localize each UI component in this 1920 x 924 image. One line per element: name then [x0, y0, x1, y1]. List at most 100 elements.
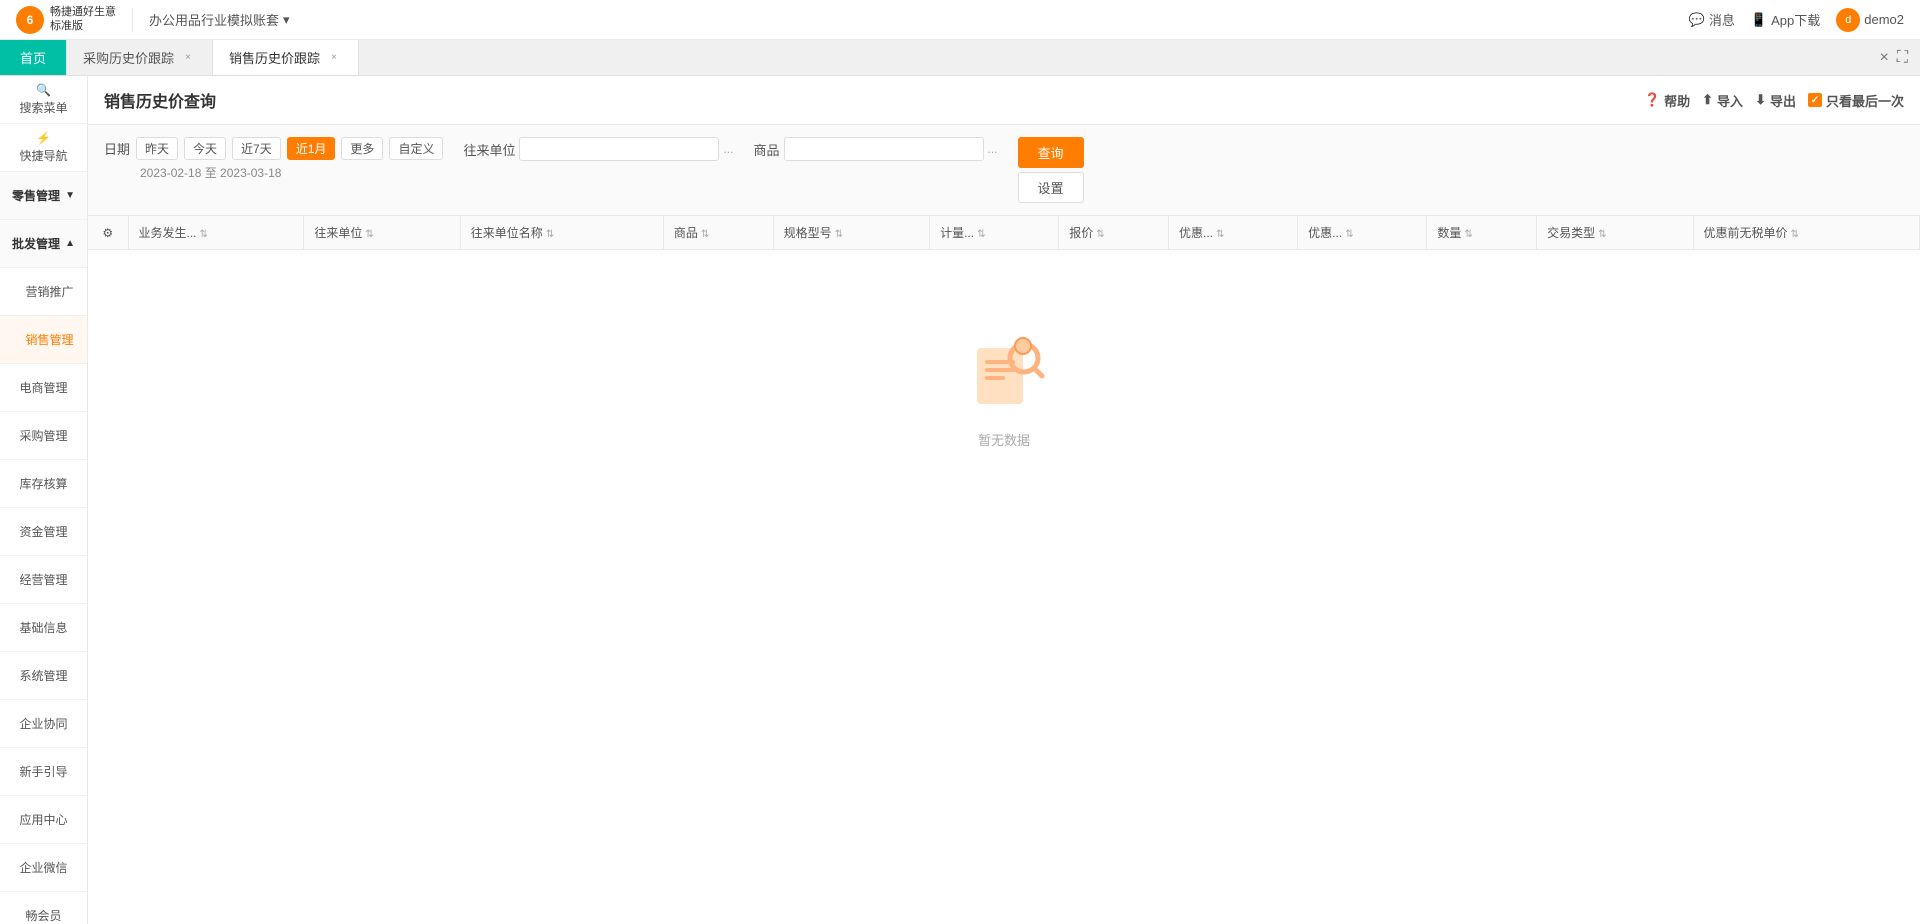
sidebar-enterprise-label: 企业协同: [19, 715, 67, 732]
sidebar-search-label: 搜索菜单: [19, 99, 67, 116]
tab-sales-close[interactable]: ×: [326, 50, 342, 66]
top-header: 6 畅捷通好生意 标准版 办公用品行业模拟账套 ▾ 💬 消息 📱 App下载 d…: [0, 0, 1920, 40]
sidebar-wechat-label: 企业微信: [19, 859, 67, 876]
product-dots[interactable]: ...: [988, 142, 998, 156]
retail-arrow: ▼: [65, 190, 75, 201]
logo-icon: 6: [16, 6, 44, 34]
sidebar-wholesale-label: 批发管理: [12, 235, 60, 252]
col-trade-type[interactable]: 交易类型⇅: [1537, 216, 1693, 250]
col-pretax[interactable]: 优惠前无税单价⇅: [1693, 216, 1919, 250]
sidebar-item-app-center[interactable]: 应用中心: [0, 796, 87, 844]
sidebar-item-enterprise[interactable]: 企业协同: [0, 700, 87, 748]
sidebar-item-member[interactable]: 畅会员: [0, 892, 87, 924]
date-today[interactable]: 今天: [184, 137, 226, 160]
sidebar-item-shortcuts[interactable]: ⚡ 快捷导航: [0, 124, 87, 172]
message-label: 消息: [1709, 10, 1735, 29]
tab-bar: 首页 采购历史价跟踪 × 销售历史价跟踪 × × ⛶: [0, 40, 1920, 76]
help-btn[interactable]: ❓ 帮助: [1644, 91, 1690, 110]
partner-input-wrap: ...: [519, 137, 733, 161]
tab-purchase[interactable]: 采购历史价跟踪 ×: [67, 40, 213, 75]
partner-input[interactable]: [519, 137, 719, 161]
partner-filter-group: 往来单位 ...: [463, 137, 733, 161]
import-btn[interactable]: ⬆ 导入: [1702, 91, 1743, 110]
content-area: 销售历史价查询 ❓ 帮助 ⬆ 导入 ⬇ 导出: [88, 76, 1920, 924]
last-only-checkbox[interactable]: [1808, 93, 1822, 107]
user-area[interactable]: d demo2: [1836, 8, 1904, 32]
tab-sales[interactable]: 销售历史价跟踪 ×: [213, 40, 359, 75]
app-selector[interactable]: 办公用品行业模拟账套 ▾: [149, 10, 290, 29]
product-label: 商品: [753, 140, 779, 159]
col-biz-date[interactable]: 业务发生...⇅: [128, 216, 304, 250]
date-custom[interactable]: 自定义: [389, 137, 443, 160]
col-unit[interactable]: 计量...⇅: [930, 216, 1059, 250]
sidebar-item-operations[interactable]: 经营管理: [0, 556, 87, 604]
col-settings[interactable]: ⚙: [88, 216, 128, 250]
col-product[interactable]: 商品⇅: [663, 216, 773, 250]
settings-button[interactable]: 设置: [1018, 172, 1084, 203]
tab-home[interactable]: 首页: [0, 40, 67, 75]
tab-bar-actions: × ⛶: [1867, 40, 1920, 75]
help-icon: ❓: [1644, 92, 1660, 108]
product-input[interactable]: [784, 137, 984, 161]
message-btn[interactable]: 💬 消息: [1689, 10, 1735, 29]
fullscreen-btn[interactable]: ⛶: [1897, 49, 1908, 67]
col-partner-name[interactable]: 往来单位名称⇅: [460, 216, 663, 250]
logo-text: 畅捷通好生意 标准版: [50, 6, 116, 32]
logo-area: 6 畅捷通好生意 标准版: [16, 6, 116, 34]
last-only-label: 只看最后一次: [1826, 91, 1904, 110]
sidebar-item-ecommerce[interactable]: 电商管理: [0, 364, 87, 412]
sidebar-item-sales-mgmt[interactable]: 销售管理: [0, 316, 87, 364]
col-quantity[interactable]: 数量⇅: [1427, 216, 1537, 250]
sidebar-retail-label: 零售管理: [12, 187, 60, 204]
app-download-label: App下载: [1771, 10, 1820, 29]
sidebar-finance-label: 资金管理: [19, 523, 67, 540]
sidebar-marketing-label: 营销推广: [25, 283, 73, 300]
sidebar-system-label: 系统管理: [19, 667, 67, 684]
last-only-wrap[interactable]: 只看最后一次: [1808, 91, 1904, 110]
query-button[interactable]: 查询: [1018, 137, 1084, 168]
search-icon: 🔍: [36, 83, 51, 97]
page-title-row: 销售历史价查询 ❓ 帮助 ⬆ 导入 ⬇ 导出: [104, 88, 1904, 112]
sidebar-item-system[interactable]: 系统管理: [0, 652, 87, 700]
app-selector-arrow: ▾: [283, 12, 290, 28]
message-icon: 💬: [1689, 12, 1705, 28]
col-discount2[interactable]: 优惠...⇅: [1298, 216, 1427, 250]
export-btn[interactable]: ⬇ 导出: [1755, 91, 1796, 110]
sidebar-app-center-label: 应用中心: [19, 811, 67, 828]
partner-label: 往来单位: [463, 140, 515, 159]
import-label: 导入: [1717, 91, 1743, 110]
shortcuts-icon: ⚡: [36, 131, 51, 145]
col-partner-code[interactable]: 往来单位⇅: [304, 216, 460, 250]
sidebar-wholesale-header[interactable]: 批发管理 ▲: [0, 220, 87, 268]
username: demo2: [1864, 12, 1904, 27]
sidebar-item-inventory[interactable]: 库存核算: [0, 460, 87, 508]
page-title: 销售历史价查询: [104, 88, 216, 112]
sidebar: 🔍 搜索菜单 ⚡ 快捷导航 零售管理 ▼ 批发管理 ▲ 营销推广 销售管理 电商…: [0, 76, 88, 924]
sidebar-item-marketing[interactable]: 营销推广: [0, 268, 87, 316]
col-quote[interactable]: 报价⇅: [1059, 216, 1169, 250]
sidebar-item-finance[interactable]: 资金管理: [0, 508, 87, 556]
partner-dots[interactable]: ...: [723, 142, 733, 156]
sidebar-item-search[interactable]: 🔍 搜索菜单: [0, 76, 87, 124]
sidebar-purchase-label: 采购管理: [19, 427, 67, 444]
col-spec[interactable]: 规格型号⇅: [773, 216, 929, 250]
header-right: 💬 消息 📱 App下载 d demo2: [1689, 8, 1904, 32]
sidebar-item-wechat[interactable]: 企业微信: [0, 844, 87, 892]
avatar: d: [1836, 8, 1860, 32]
app-download-btn[interactable]: 📱 App下载: [1751, 10, 1820, 29]
tab-purchase-close[interactable]: ×: [180, 50, 196, 66]
close-all-btn[interactable]: ×: [1879, 49, 1888, 67]
date-last7days[interactable]: 近7天: [232, 137, 281, 160]
date-yesterday[interactable]: 昨天: [136, 137, 178, 160]
sidebar-item-basics[interactable]: 基础信息: [0, 604, 87, 652]
header-left: 6 畅捷通好生意 标准版 办公用品行业模拟账套 ▾: [16, 6, 290, 34]
sidebar-item-purchase[interactable]: 采购管理: [0, 412, 87, 460]
sidebar-item-tutorial[interactable]: 新手引导: [0, 748, 87, 796]
help-label: 帮助: [1664, 91, 1690, 110]
page-header: 销售历史价查询 ❓ 帮助 ⬆ 导入 ⬇ 导出: [88, 76, 1920, 125]
date-last1month[interactable]: 近1月: [287, 137, 336, 160]
date-more[interactable]: 更多: [341, 137, 383, 160]
sidebar-operations-label: 经营管理: [19, 571, 67, 588]
sidebar-retail-header[interactable]: 零售管理 ▼: [0, 172, 87, 220]
col-discount1[interactable]: 优惠...⇅: [1168, 216, 1297, 250]
